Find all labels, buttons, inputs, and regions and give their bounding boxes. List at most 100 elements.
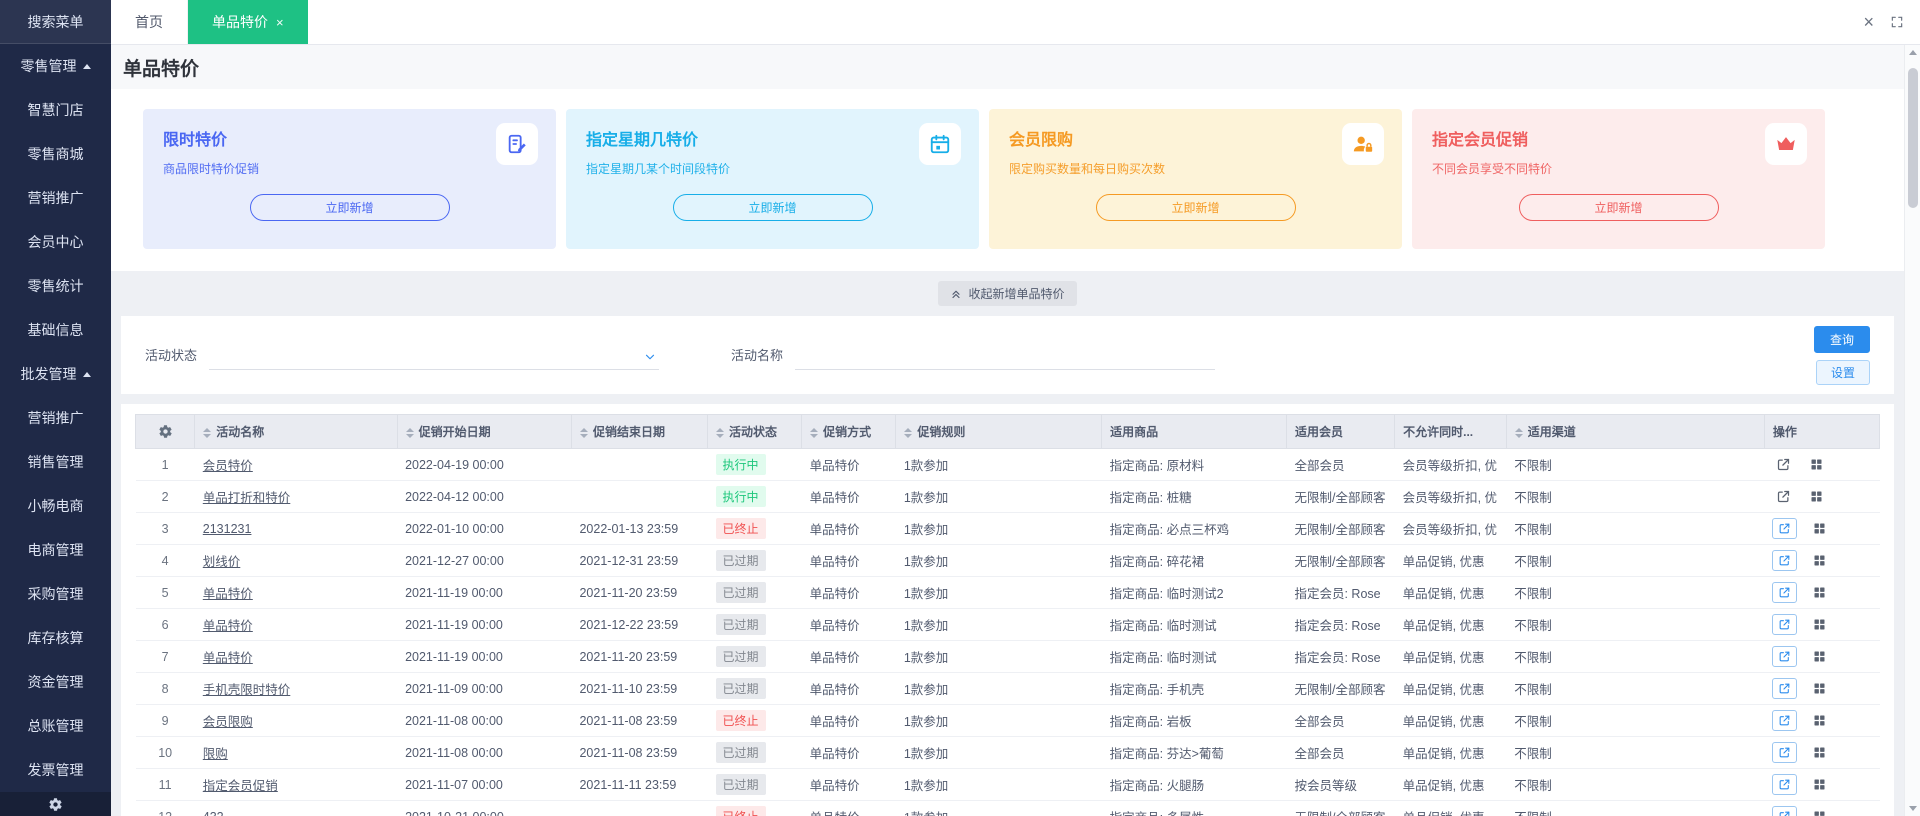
settings-button[interactable]: 设置 (1815, 359, 1870, 385)
column-header-4[interactable]: 活动状态 (707, 414, 803, 449)
sidebar-item-3[interactable]: 营销推广 (0, 176, 111, 220)
scroll-up-icon[interactable] (1905, 45, 1920, 60)
scrollbar[interactable] (1904, 45, 1920, 816)
sidebar-item-9[interactable]: 销售管理 (0, 440, 111, 484)
sidebar-item-11[interactable]: 电商管理 (0, 528, 111, 572)
open-record-icon[interactable] (1772, 710, 1798, 731)
open-record-icon[interactable] (1772, 742, 1798, 763)
add-new-button[interactable]: 立即新增 (1095, 194, 1296, 221)
sort-icon[interactable] (203, 427, 212, 438)
open-record-icon[interactable] (1772, 518, 1798, 539)
end-date-cell: 2022-01-13 23:59 (571, 512, 708, 545)
open-record-icon[interactable] (1772, 454, 1794, 476)
activity-name-link[interactable]: 会员限购 (203, 715, 253, 729)
more-actions-icon[interactable] (1805, 486, 1827, 508)
tab-home[interactable]: 首页 (111, 0, 188, 44)
add-new-button[interactable]: 立即新增 (249, 194, 450, 221)
sidebar-item-0[interactable]: 零售管理 (0, 44, 111, 88)
sort-icon[interactable] (579, 427, 588, 438)
column-header-3[interactable]: 促销结束日期 (571, 414, 709, 449)
open-record-icon[interactable] (1772, 486, 1794, 508)
activity-name-link[interactable]: 单品打折和特价 (203, 491, 291, 505)
column-header-1[interactable]: 活动名称 (194, 414, 398, 449)
activity-name-link[interactable]: 2131231 (203, 522, 252, 536)
sidebar-item-1[interactable]: 智慧门店 (0, 88, 111, 132)
scrollbar-thumb[interactable] (1907, 68, 1918, 208)
more-actions-icon[interactable] (1808, 518, 1830, 540)
open-record-icon[interactable] (1772, 646, 1798, 667)
more-actions-icon[interactable] (1805, 454, 1827, 476)
open-record-icon[interactable] (1772, 614, 1798, 635)
status-cell: 已过期 (707, 736, 802, 769)
more-actions-icon[interactable] (1808, 678, 1830, 700)
sort-icon[interactable] (1514, 427, 1523, 438)
activity-name-link[interactable]: 手机壳限时特价 (203, 683, 291, 697)
sidebar-item-2[interactable]: 零售商城 (0, 132, 111, 176)
more-actions-icon[interactable] (1808, 806, 1830, 816)
tab-close-icon[interactable]: × (276, 16, 284, 29)
rule-cell: 1款参加 (895, 640, 1102, 673)
activity-name-link[interactable]: 432 (203, 810, 224, 816)
activity-name-link[interactable]: 单品特价 (203, 651, 253, 665)
add-new-button[interactable]: 立即新增 (672, 194, 873, 221)
sidebar-search[interactable]: 搜索菜单 (0, 0, 111, 44)
tabbar: 首页 单品特价 × × (111, 0, 1920, 45)
activity-name-link[interactable]: 单品特价 (203, 619, 253, 633)
sidebar-item-8[interactable]: 营销推广 (0, 396, 111, 440)
sort-icon[interactable] (405, 427, 414, 438)
status-filter-select[interactable] (209, 340, 660, 370)
fullscreen-icon[interactable] (1890, 15, 1904, 29)
more-actions-icon[interactable] (1808, 774, 1830, 796)
sidebar-item-15[interactable]: 总账管理 (0, 704, 111, 748)
column-header-10[interactable]: 适用渠道 (1506, 414, 1765, 449)
sidebar-menu: 零售管理 智慧门店 零售商城 营销推广 会员中心 零售统计 基础信息 批发管理 营销推广 销售管理… (0, 44, 111, 792)
sidebar-item-5[interactable]: 零售统计 (0, 264, 111, 308)
method-cell: 单品特价 (801, 736, 896, 769)
column-header-5[interactable]: 促销方式 (801, 414, 897, 449)
method-cell: 单品特价 (801, 576, 896, 609)
sort-icon[interactable] (716, 427, 724, 438)
open-record-icon[interactable] (1772, 774, 1798, 795)
promo-card-subtitle: 指定星期几某个时间段特价 (586, 162, 731, 176)
more-actions-icon[interactable] (1808, 710, 1830, 732)
activity-name-cell: 指定会员促销 (194, 768, 398, 801)
sort-icon[interactable] (810, 427, 819, 438)
more-actions-icon[interactable] (1808, 550, 1830, 572)
more-actions-icon[interactable] (1808, 582, 1830, 604)
sidebar-item-7[interactable]: 批发管理 (0, 352, 111, 396)
open-record-icon[interactable] (1772, 550, 1798, 571)
sidebar-item-13[interactable]: 库存核算 (0, 616, 111, 660)
channel-cell: 不限制 (1506, 480, 1765, 513)
more-actions-icon[interactable] (1808, 646, 1830, 668)
sidebar-item-14[interactable]: 资金管理 (0, 660, 111, 704)
activity-name-link[interactable]: 单品特价 (203, 587, 253, 601)
open-record-icon[interactable] (1772, 582, 1798, 603)
gear-icon[interactable] (158, 424, 173, 439)
activity-name-link[interactable]: 会员特价 (203, 459, 253, 473)
more-actions-icon[interactable] (1808, 614, 1830, 636)
scroll-down-icon[interactable] (1905, 801, 1920, 816)
sort-icon[interactable] (904, 427, 913, 438)
add-new-button[interactable]: 立即新增 (1518, 194, 1719, 221)
more-actions-icon[interactable] (1808, 742, 1830, 764)
activity-name-link[interactable]: 指定会员促销 (203, 779, 278, 793)
name-filter-input[interactable] (795, 340, 1216, 370)
collapse-button[interactable]: 收起新增单品特价 (938, 281, 1077, 306)
activity-name-link[interactable]: 限购 (203, 747, 228, 761)
sidebar-item-12[interactable]: 采购管理 (0, 572, 111, 616)
column-header-label: 适用商品 (1110, 425, 1159, 439)
close-icon[interactable]: × (1863, 13, 1874, 31)
tab-single-product-special[interactable]: 单品特价 × (188, 0, 308, 44)
sidebar-item-10[interactable]: 小畅电商 (0, 484, 111, 528)
query-button[interactable]: 查询 (1813, 325, 1870, 353)
open-record-icon[interactable] (1772, 678, 1798, 699)
open-record-icon[interactable] (1772, 806, 1798, 816)
sidebar-settings-button[interactable] (0, 792, 111, 816)
column-header-6[interactable]: 促销规则 (895, 414, 1103, 449)
sidebar-item-6[interactable]: 基础信息 (0, 308, 111, 352)
column-header-2[interactable]: 促销开始日期 (397, 414, 572, 449)
activity-name-link[interactable]: 划线价 (203, 555, 241, 569)
sidebar-item-16[interactable]: 发票管理 (0, 748, 111, 792)
sidebar-item-4[interactable]: 会员中心 (0, 220, 111, 264)
table-header-row: 活动名称 促销开始日期 促销结束日期 活动状态 促销方式 促销规则 适用商品 适用会员 不允许同… (134, 414, 1881, 449)
